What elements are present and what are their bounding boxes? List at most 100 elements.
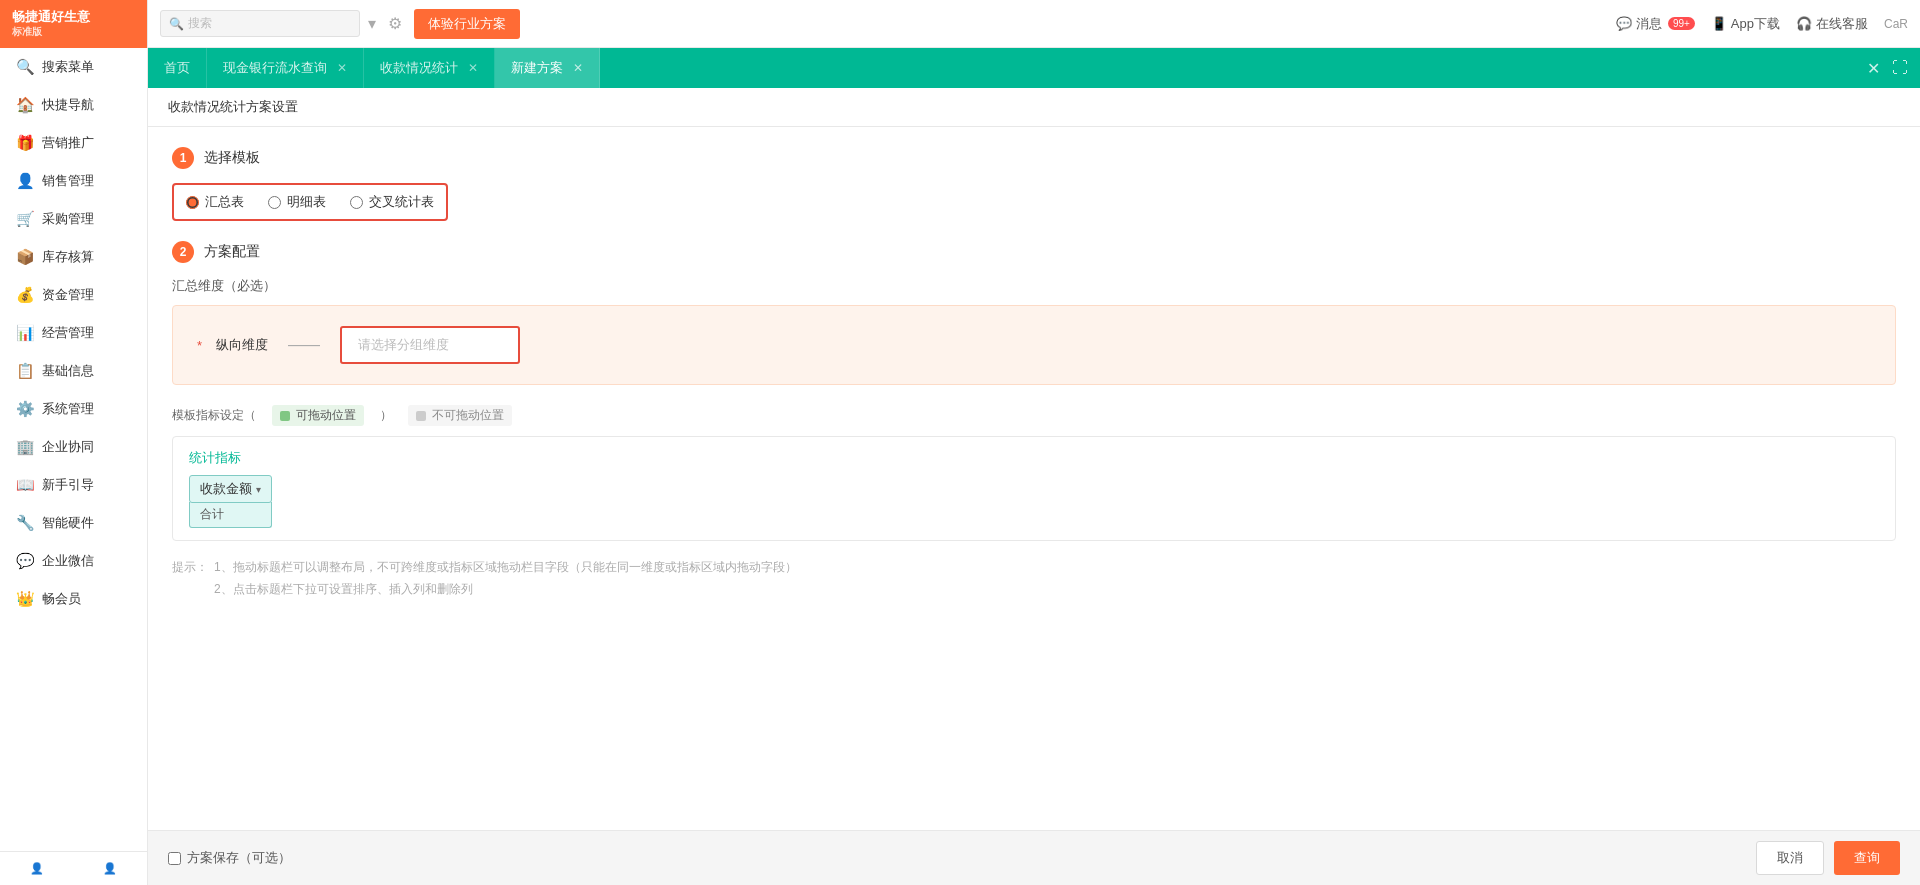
radio-detail-input[interactable]	[268, 196, 281, 209]
sidebar-item-system[interactable]: ⚙️ 系统管理	[0, 390, 147, 428]
radio-cross-label: 交叉统计表	[369, 193, 434, 211]
tip-line-2: 提示： 2、点击标题栏下拉可设置排序、插入列和删除列	[172, 579, 1896, 601]
dimension-select[interactable]: 请选择分组维度	[340, 326, 520, 364]
step1-title: 选择模板	[204, 149, 260, 167]
dropdown-arrow-icon[interactable]: ▾	[368, 14, 376, 33]
messages-badge: 99+	[1668, 17, 1695, 30]
radio-summary-label: 汇总表	[205, 193, 244, 211]
tab-close-icon[interactable]: ✕	[468, 61, 478, 75]
sidebar-item-inventory[interactable]: 📦 库存核算	[0, 238, 147, 276]
sidebar-item-label: 营销推广	[42, 134, 94, 152]
save-label: 方案保存（可选）	[187, 849, 291, 867]
tip-text-1: 1、拖动标题栏可以调整布局，不可跨维度或指标区域拖动栏目字段（只能在同一维度或指…	[214, 557, 797, 579]
step1-section: 1 选择模板 汇总表 明细表	[172, 147, 1896, 221]
content-area: 收款情况统计方案设置 1 选择模板 汇总表	[148, 88, 1920, 885]
radio-cross[interactable]: 交叉统计表	[350, 193, 434, 211]
radio-detail-label: 明细表	[287, 193, 326, 211]
sidebar-item-label: 搜索菜单	[42, 58, 94, 76]
settings-icon[interactable]: ⚙	[388, 14, 402, 33]
sidebar-item-hardware[interactable]: 🔧 智能硬件	[0, 504, 147, 542]
non-draggable-badge: 不可拖动位置	[408, 405, 512, 426]
user-icon: 👤	[16, 172, 34, 190]
tab-receivable-stats[interactable]: 收款情况统计 ✕	[364, 48, 495, 88]
radio-summary[interactable]: 汇总表	[186, 193, 244, 211]
dimension-row: * 纵向维度 —— 请选择分组维度	[197, 326, 1871, 364]
step1-header: 1 选择模板	[172, 147, 1896, 169]
step2-number: 2	[172, 241, 194, 263]
sidebar-item-label: 系统管理	[42, 400, 94, 418]
search-icon: 🔍	[16, 58, 34, 76]
dimension-select-placeholder: 请选择分组维度	[358, 337, 449, 352]
logo-sub: 标准版	[12, 25, 90, 39]
tab-home-label: 首页	[164, 59, 190, 77]
online-service-label: 在线客服	[1816, 15, 1868, 33]
tab-close-icon[interactable]: ✕	[573, 61, 583, 75]
dimension-area: * 纵向维度 —— 请选择分组维度	[172, 305, 1896, 385]
user-display: CaR	[1884, 17, 1908, 31]
sidebar-item-label: 快捷导航	[42, 96, 94, 114]
service-icon: 🎧	[1796, 16, 1812, 31]
dimension-label: 汇总维度（必选）	[172, 277, 1896, 295]
tab-bank-flow-label: 现金银行流水查询	[223, 59, 327, 77]
dimension-name: 纵向维度	[216, 336, 268, 354]
online-service-button[interactable]: 🎧 在线客服	[1796, 15, 1868, 33]
radio-summary-input[interactable]	[186, 196, 199, 209]
tips-area: 提示： 1、拖动标题栏可以调整布局，不可跨维度或指标区域拖动栏目字段（只能在同一…	[172, 557, 1896, 600]
app-download-button[interactable]: 📱 App下载	[1711, 15, 1780, 33]
sidebar-item-funds[interactable]: 💰 资金管理	[0, 276, 147, 314]
tab-home[interactable]: 首页	[148, 48, 207, 88]
sidebar-bottom: 👤 👤	[0, 851, 147, 885]
cancel-button[interactable]: 取消	[1756, 841, 1824, 875]
step2-section: 2 方案配置 汇总维度（必选） * 纵向维度 —— 请选择分组维度	[172, 241, 1896, 600]
non-draggable-dot	[416, 411, 426, 421]
tab-close-icon[interactable]: ✕	[337, 61, 347, 75]
tab-close-all-icon[interactable]: ✕	[1867, 59, 1880, 78]
draggable-dot	[280, 411, 290, 421]
required-mark: *	[197, 338, 202, 353]
sidebar-item-operations[interactable]: 📊 经营管理	[0, 314, 147, 352]
indicators-section: 模板指标设定（ 可拖动位置 ） 不可拖动位置 统计指标	[172, 405, 1896, 541]
chevron-down-icon: ▾	[256, 484, 261, 495]
gear-icon: ⚙️	[16, 400, 34, 418]
sidebar-item-search[interactable]: 🔍 搜索菜单	[0, 48, 147, 86]
box-icon: 📦	[16, 248, 34, 266]
sidebar-item-sales[interactable]: 👤 销售管理	[0, 162, 147, 200]
indicator-tag-receivable[interactable]: 收款金额 ▾	[189, 475, 272, 503]
topbar-search-box[interactable]: 🔍 搜索	[160, 10, 360, 37]
radio-cross-input[interactable]	[350, 196, 363, 209]
sidebar-item-basic[interactable]: 📋 基础信息	[0, 352, 147, 390]
query-button[interactable]: 查询	[1834, 841, 1900, 875]
sidebar-item-member[interactable]: 👑 畅会员	[0, 580, 147, 618]
sidebar-item-marketing[interactable]: 🎁 营销推广	[0, 124, 147, 162]
sidebar-item-enterprise[interactable]: 🏢 企业协同	[0, 428, 147, 466]
bottom-buttons: 取消 查询	[1756, 841, 1900, 875]
trial-button[interactable]: 体验行业方案	[414, 9, 520, 39]
sidebar-item-quick-nav[interactable]: 🏠 快捷导航	[0, 86, 147, 124]
sidebar-item-purchase[interactable]: 🛒 采购管理	[0, 200, 147, 238]
form-area: 1 选择模板 汇总表 明细表	[148, 127, 1920, 830]
tab-expand-icon[interactable]: ⛶	[1892, 59, 1908, 77]
building-icon: 🏢	[16, 438, 34, 456]
bottom-bar: 方案保存（可选） 取消 查询	[148, 830, 1920, 885]
save-option[interactable]: 方案保存（可选）	[168, 849, 291, 867]
tab-bank-flow[interactable]: 现金银行流水查询 ✕	[207, 48, 364, 88]
sidebar-avatar2[interactable]: 👤	[103, 862, 117, 875]
sidebar-item-label: 采购管理	[42, 210, 94, 228]
sidebar-item-guide[interactable]: 📖 新手引导	[0, 466, 147, 504]
sidebar-item-wechat[interactable]: 💬 企业微信	[0, 542, 147, 580]
clipboard-icon: 📋	[16, 362, 34, 380]
radio-detail[interactable]: 明细表	[268, 193, 326, 211]
save-checkbox[interactable]	[168, 852, 181, 865]
sidebar-logo: 畅捷通好生意 标准版	[0, 0, 147, 48]
step2-header: 2 方案配置	[172, 241, 1896, 263]
dimension-arrow: ——	[288, 336, 320, 354]
tab-new-scheme[interactable]: 新建方案 ✕	[495, 48, 600, 88]
message-icon: 💬	[1616, 16, 1632, 31]
tab-new-scheme-label: 新建方案	[511, 59, 563, 77]
sidebar-item-label: 畅会员	[42, 590, 81, 608]
draggable-badge: 可拖动位置	[272, 405, 364, 426]
messages-button[interactable]: 💬 消息 99+	[1616, 15, 1695, 33]
sidebar-item-label: 销售管理	[42, 172, 94, 190]
template-options: 汇总表 明细表 交叉统计表	[172, 183, 448, 221]
sidebar-avatar1[interactable]: 👤	[30, 862, 44, 875]
